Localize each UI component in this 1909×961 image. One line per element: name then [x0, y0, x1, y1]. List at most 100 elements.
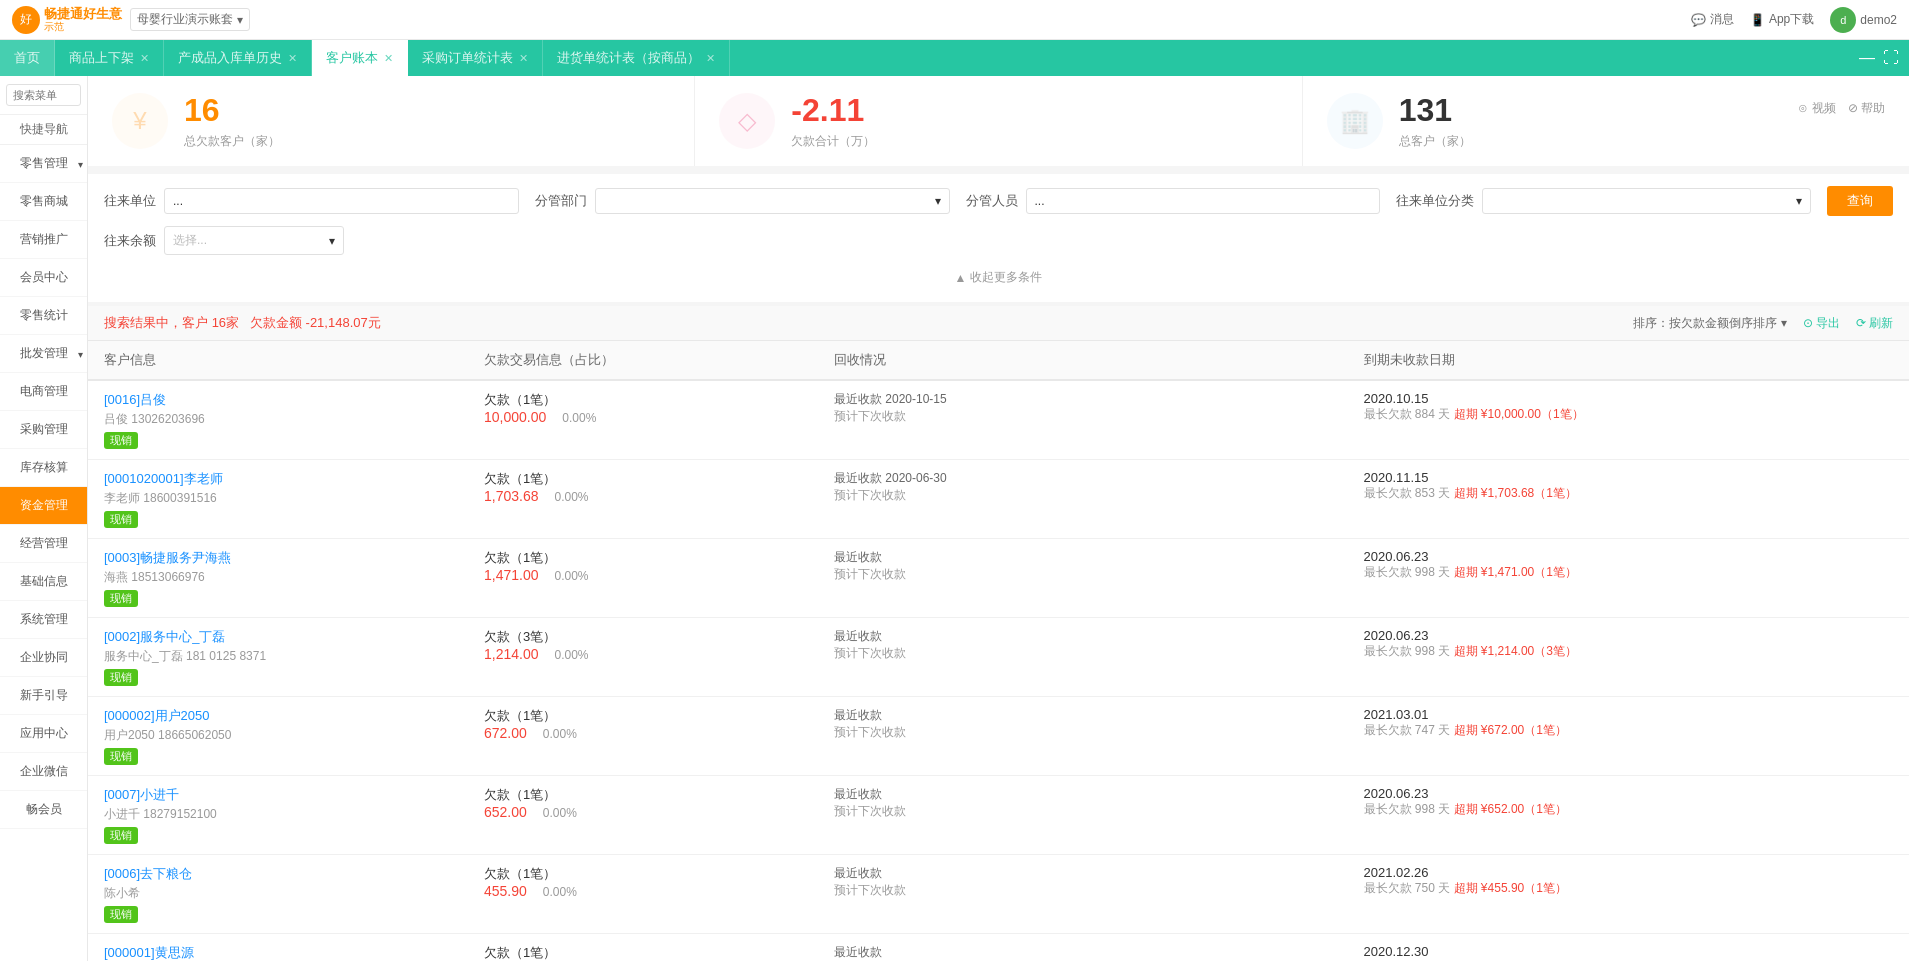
sidebar-item-wholesale-mgmt[interactable]: 批发管理 ▾ — [0, 335, 87, 373]
sidebar-item-retail-stats[interactable]: 零售统计 — [0, 297, 87, 335]
next-payment: 预计下次收款 — [834, 408, 1364, 425]
overdue-link[interactable]: 超期 ¥1,471.00（1笔） — [1454, 565, 1577, 579]
sidebar-item-ecommerce[interactable]: 电商管理 — [0, 373, 87, 411]
debt-amount[interactable]: 1,703.68 — [484, 488, 539, 504]
overdue-cell: 2020.06.23 最长欠款 998 天 超期 ¥1,214.00（3笔） — [1364, 628, 1894, 686]
tab-customer-ledger[interactable]: 客户账本✕ — [312, 40, 408, 76]
debt-amount[interactable]: 652.00 — [484, 804, 527, 820]
export-button[interactable]: ⊙ 导出 — [1803, 315, 1840, 332]
sidebar-item-retail-mall[interactable]: 零售商城 — [0, 183, 87, 221]
overdue-link[interactable]: 超期 ¥1,703.68（1笔） — [1454, 486, 1577, 500]
tab-product-listing[interactable]: 商品上下架✕ — [55, 40, 164, 76]
debt-amount[interactable]: 1,471.00 — [484, 567, 539, 583]
sort-button[interactable]: 排序：按欠款金额倒序排序 ▾ — [1633, 315, 1787, 332]
overdue-date: 2020.06.23 — [1364, 628, 1894, 643]
close-icon[interactable]: ✕ — [706, 52, 715, 65]
sidebar-item-member-center[interactable]: 会员中心 — [0, 259, 87, 297]
message-icon: 💬 — [1691, 13, 1706, 27]
customer-name-link[interactable]: [000002]用户2050 — [104, 708, 210, 723]
overdue-link[interactable]: 超期 ¥652.00（1笔） — [1454, 802, 1567, 816]
overdue-link[interactable]: 超期 ¥1,214.00（3笔） — [1454, 644, 1577, 658]
sidebar-item-quick-nav[interactable]: 快捷导航 — [0, 115, 87, 145]
expand-icon[interactable]: ⛶ — [1883, 49, 1899, 67]
help-btn[interactable]: ⊘ 帮助 — [1848, 100, 1885, 117]
debt-amount[interactable]: 1,214.00 — [484, 646, 539, 662]
stat-card-total-customers: 🏢 131 总客户（家） ⊙ 视频 ⊘ 帮助 — [1303, 76, 1909, 166]
minimize-icon[interactable]: — — [1859, 49, 1875, 67]
sidebar-item-purchase[interactable]: 采购管理 — [0, 411, 87, 449]
stat-content-1: 16 总欠款客户（家） — [184, 92, 280, 150]
sidebar-item-marketing[interactable]: 营销推广 — [0, 221, 87, 259]
sidebar-search-area — [0, 76, 87, 115]
debt-info-cell: 欠款（1笔） 10,000.00 0.00% — [484, 391, 834, 449]
sidebar-item-system[interactable]: 系统管理 — [0, 601, 87, 639]
tab-purchase-summary[interactable]: 进货单统计表（按商品）✕ — [543, 40, 730, 76]
sidebar-item-wechat[interactable]: 企业微信 — [0, 753, 87, 791]
customer-name-link[interactable]: [0007]小进千 — [104, 787, 179, 802]
customer-name-link[interactable]: [0003]畅捷服务尹海燕 — [104, 550, 231, 565]
filter-select-dept[interactable]: ▾ — [595, 188, 950, 214]
debt-amount[interactable]: 672.00 — [484, 725, 527, 741]
customer-name-link[interactable]: [0006]去下粮仓 — [104, 866, 192, 881]
sidebar-item-member[interactable]: 畅会员 — [0, 791, 87, 829]
debt-amount[interactable]: 10,000.00 — [484, 409, 546, 425]
filter-item-dept: 分管部门 ▾ — [535, 188, 950, 214]
customer-name-link[interactable]: [0016]吕俊 — [104, 392, 166, 407]
sidebar-item-enterprise[interactable]: 企业协同 — [0, 639, 87, 677]
customer-name-link[interactable]: [000001]黄思源 — [104, 945, 194, 960]
debt-pct: 0.00% — [543, 806, 577, 820]
store-selector[interactable]: 母婴行业演示账套 ▾ — [130, 8, 250, 31]
close-icon[interactable]: ✕ — [140, 52, 149, 65]
tab-home[interactable]: 首页 — [0, 40, 55, 76]
sidebar-item-basic-info[interactable]: 基础信息 — [0, 563, 87, 601]
customer-phone: 海燕 18513066976 — [104, 569, 484, 586]
sidebar-item-finance[interactable]: 资金管理 — [0, 487, 87, 525]
video-btn[interactable]: ⊙ 视频 — [1798, 100, 1835, 117]
filter-input-person[interactable]: ... — [1026, 188, 1381, 214]
sidebar-item-inventory[interactable]: 库存核算 — [0, 449, 87, 487]
sidebar-item-guide[interactable]: 新手引导 — [0, 677, 87, 715]
nav-label: 示范 — [44, 21, 122, 33]
close-icon[interactable]: ✕ — [384, 52, 393, 65]
export-icon: ⊙ — [1803, 316, 1813, 330]
filter-item-person: 分管人员 ... — [966, 188, 1381, 214]
sidebar-item-retail-mgmt[interactable]: 零售管理 ▾ — [0, 145, 87, 183]
customer-info-cell: [0003]畅捷服务尹海燕 海燕 18513066976 现销 — [104, 549, 484, 607]
customer-info-cell: [0006]去下粮仓 陈小希 现销 — [104, 865, 484, 923]
overdue-link[interactable]: 超期 ¥672.00（1笔） — [1454, 723, 1567, 737]
sidebar-item-apps[interactable]: 应用中心 — [0, 715, 87, 753]
collapse-filter-btn[interactable]: ▲ 收起更多条件 — [104, 265, 1893, 290]
overdue-link[interactable]: 超期 ¥10,000.00（1笔） — [1454, 407, 1584, 421]
customer-name-link[interactable]: [0002]服务中心_丁磊 — [104, 629, 225, 644]
search-input[interactable] — [6, 84, 81, 106]
app-download-btn[interactable]: 📱 App下载 — [1750, 11, 1814, 28]
filter-select-balance[interactable]: 选择... ▾ — [164, 226, 344, 255]
debt-amount[interactable]: 455.90 — [484, 883, 527, 899]
debt-count: 欠款（1笔） — [484, 786, 834, 804]
filter-select-category[interactable]: ▾ — [1482, 188, 1811, 214]
stat-label-debtors: 总欠款客户（家） — [184, 133, 280, 150]
message-btn[interactable]: 💬 消息 — [1691, 11, 1734, 28]
tab-purchase-stats[interactable]: 采购订单统计表✕ — [408, 40, 543, 76]
customer-info-cell: [000002]用户2050 用户2050 18665062050 现销 — [104, 707, 484, 765]
tab-production-history[interactable]: 产成品入库单历史✕ — [164, 40, 312, 76]
sidebar-item-operations[interactable]: 经营管理 — [0, 525, 87, 563]
latest-payment: 最近收款 2020-10-15 — [834, 391, 1364, 408]
overdue-days: 最长欠款 998 天 超期 ¥652.00（1笔） — [1364, 801, 1894, 818]
table-row: [000002]用户2050 用户2050 18665062050 现销 欠款（… — [88, 697, 1909, 776]
close-icon[interactable]: ✕ — [288, 52, 297, 65]
refresh-button[interactable]: ⟳ 刷新 — [1856, 315, 1893, 332]
main-layout: 快捷导航 零售管理 ▾ 零售商城 营销推广 会员中心 零售统计 批发管理 ▾ 电… — [0, 76, 1909, 961]
search-button[interactable]: 查询 — [1827, 186, 1893, 216]
customer-name-link[interactable]: [0001020001]李老师 — [104, 471, 223, 486]
customer-phone: 陈小希 — [104, 885, 484, 902]
user-profile-btn[interactable]: d demo2 — [1830, 7, 1897, 33]
latest-payment: 最近收款 — [834, 628, 1364, 645]
overdue-link[interactable]: 超期 ¥455.90（1笔） — [1454, 881, 1567, 895]
app-download-label: App下载 — [1769, 11, 1814, 28]
payment-cell: 最近收款 预计下次收款 — [834, 786, 1364, 844]
message-label: 消息 — [1710, 11, 1734, 28]
filter-input-customer[interactable]: ... — [164, 188, 519, 214]
stat-value-debtors: 16 — [184, 92, 280, 129]
close-icon[interactable]: ✕ — [519, 52, 528, 65]
